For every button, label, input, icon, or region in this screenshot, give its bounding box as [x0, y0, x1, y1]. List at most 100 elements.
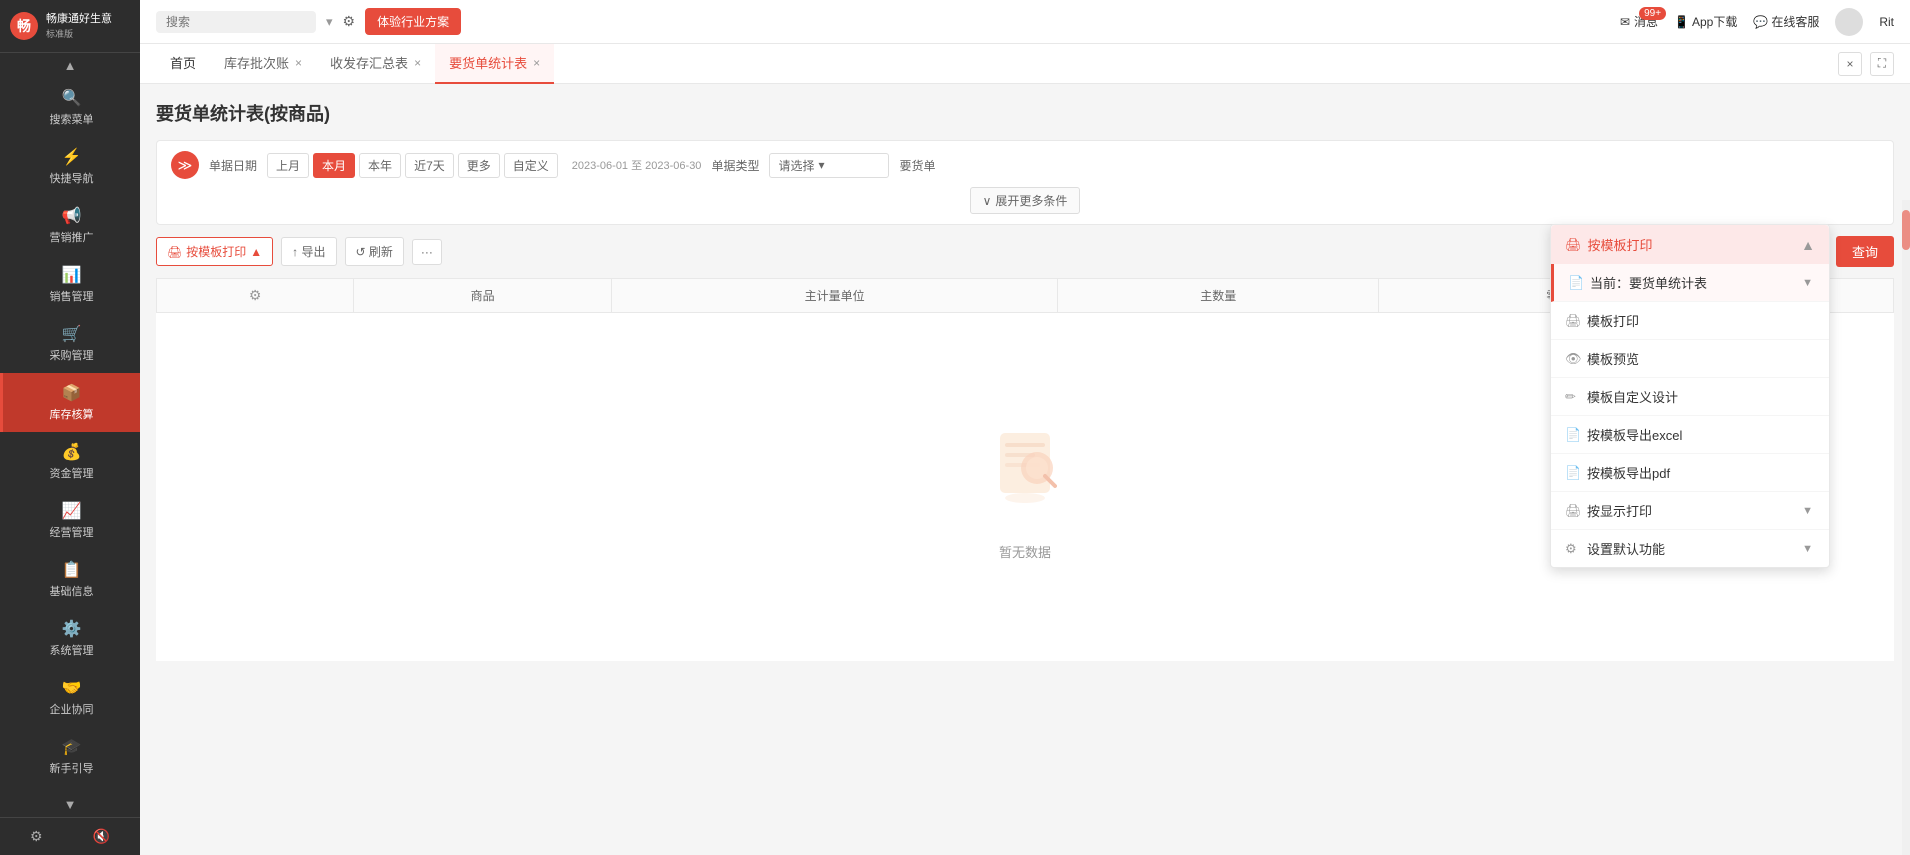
template-print-item[interactable]: 🖨 模板打印 — [1551, 302, 1829, 340]
page-title: 要货单统计表(按商品) — [156, 100, 1894, 126]
logo-name: 畅康通好生意 — [46, 12, 112, 27]
export-icon: ↑ — [292, 245, 298, 259]
tab-receipt-summary-close[interactable]: × — [414, 56, 421, 70]
template-design-icon: ✏ — [1565, 389, 1576, 405]
date-last7days-btn[interactable]: 近7天 — [405, 153, 454, 178]
app-download-button[interactable]: 📱 App下载 — [1674, 13, 1737, 30]
tab-receipt-summary-label: 收发存汇总表 — [330, 53, 408, 72]
sidebar-item-shortcut[interactable]: ⚡ 快捷导航 — [0, 137, 140, 196]
date-current-year-btn[interactable]: 本年 — [359, 153, 401, 178]
date-more-btn[interactable]: 更多 — [458, 153, 500, 178]
search-dropdown-icon[interactable]: ▾ — [326, 14, 333, 30]
default-func-item[interactable]: ⚙ 设置默认功能 ▼ — [1551, 530, 1829, 567]
sidebar-item-newbie-guide[interactable]: 🎓 新手引导 — [0, 727, 140, 786]
sidebar-nav: 🔍 搜索菜单 ⚡ 快捷导航 📢 营销推广 📊 销售管理 🛒 采购管理 📦 库存核… — [0, 78, 140, 792]
window-expand-button[interactable]: ⛶ — [1870, 52, 1894, 76]
filter-expand-button[interactable]: ≫ — [171, 151, 199, 179]
type-select[interactable]: 请选择 ▾ — [769, 153, 889, 178]
sidebar-item-operation[interactable]: 📈 经营管理 — [0, 491, 140, 550]
mute-icon[interactable]: 🔇 — [93, 828, 110, 845]
sidebar-label-inventory: 库存核算 — [50, 406, 94, 422]
print-dropdown-current-item[interactable]: 📄 当前：要货单统计表 ▼ — [1551, 264, 1829, 302]
right-scrollbar-thumb[interactable] — [1902, 210, 1910, 250]
sidebar-label-enterprise-collab: 企业协同 — [50, 701, 94, 717]
template-excel-item[interactable]: 📄 按模板导出excel — [1551, 416, 1829, 454]
sidebar-item-marketing-promo[interactable]: 📢 营销推广 — [0, 196, 140, 255]
tab-order-stats-close[interactable]: × — [533, 56, 540, 70]
query-button[interactable]: 查询 — [1836, 236, 1894, 267]
template-pdf-item[interactable]: 📄 按模板导出pdf — [1551, 454, 1829, 492]
sidebar-icon-finance: 💰 — [62, 442, 82, 462]
date-prev-month-btn[interactable]: 上月 — [267, 153, 309, 178]
template-design-item[interactable]: ✏ 模板自定义设计 — [1551, 378, 1829, 416]
username-label[interactable]: Rit — [1879, 15, 1894, 29]
avatar[interactable] — [1835, 8, 1863, 36]
main-area: ▾ ⚙ 体验行业方案 ✉ 消息 99+ 📱 App下载 💬 在线客服 Rit 首… — [140, 0, 1910, 855]
template-pdf-icon: 📄 — [1565, 465, 1581, 481]
print-button[interactable]: 🖨 按模板打印 ▲ — [156, 237, 273, 266]
sidebar-item-finance[interactable]: 💰 资金管理 — [0, 432, 140, 491]
sidebar-icon-search: 🔍 — [62, 88, 82, 108]
sidebar-label-newbie-guide: 新手引导 — [50, 760, 94, 776]
table-col-qty: 主数量 — [1058, 279, 1379, 313]
sidebar-item-basic-info[interactable]: 📋 基础信息 — [0, 550, 140, 609]
display-print-label: 按显示打印 — [1587, 501, 1652, 520]
type-filter-label: 单据类型 — [711, 157, 759, 174]
service-label: 在线客服 — [1771, 13, 1819, 30]
online-service-button[interactable]: 💬 在线客服 — [1753, 13, 1819, 30]
tab-batch-account-close[interactable]: × — [295, 56, 302, 70]
search-input[interactable] — [156, 11, 316, 33]
template-excel-label: 按模板导出excel — [1587, 425, 1682, 444]
settings-icon[interactable]: ⚙ — [30, 828, 43, 845]
refresh-button[interactable]: ↺ 刷新 — [345, 237, 404, 266]
sidebar-icon-shortcut: ⚡ — [62, 147, 82, 167]
more-button[interactable]: ··· — [412, 239, 442, 265]
message-button[interactable]: ✉ 消息 99+ — [1620, 13, 1658, 30]
export-label: 导出 — [301, 245, 325, 259]
service-icon: 💬 — [1753, 15, 1768, 29]
sidebar-label-basic-info: 基础信息 — [50, 583, 94, 599]
app-logo: 畅 畅康通好生意 标准版 — [0, 0, 140, 53]
sidebar-item-enterprise-collab[interactable]: 🤝 企业协同 — [0, 668, 140, 727]
sidebar: 畅 畅康通好生意 标准版 ▲ 🔍 搜索菜单 ⚡ 快捷导航 📢 营销推广 📊 销售… — [0, 0, 140, 855]
table-col-settings[interactable]: ⚙ — [157, 279, 354, 313]
tab-receipt-summary[interactable]: 收发存汇总表 × — [316, 44, 435, 84]
default-func-arrow: ▼ — [1802, 543, 1813, 555]
topbar-gear-icon[interactable]: ⚙ — [343, 13, 356, 30]
sidebar-item-purchase-mgmt[interactable]: 🛒 采购管理 — [0, 314, 140, 373]
sidebar-item-search[interactable]: 🔍 搜索菜单 — [0, 78, 140, 137]
sidebar-item-inventory[interactable]: 📦 库存核算 — [0, 373, 140, 432]
print-dropdown: 🖨 按模板打印 ▲ 📄 当前：要货单统计表 ▼ 🖨 模板打印 👁 模板预览 — [1550, 224, 1830, 568]
type-select-value: 请选择 — [778, 157, 814, 174]
display-print-item[interactable]: 🖨 按显示打印 ▼ — [1551, 492, 1829, 530]
filter-row: ≫ 单据日期 上月 本月 本年 近7天 更多 自定义 2023-06-01 至 … — [171, 151, 1879, 179]
tab-home[interactable]: 首页 — [156, 44, 210, 84]
print-dropdown-close-icon[interactable]: ▲ — [1801, 237, 1815, 253]
export-button[interactable]: ↑ 导出 — [281, 237, 336, 266]
template-print-label: 模板打印 — [1587, 311, 1639, 330]
window-close-button[interactable]: × — [1838, 52, 1862, 76]
template-pdf-label: 按模板导出pdf — [1587, 463, 1670, 482]
sidebar-item-system-mgmt[interactable]: ⚙️ 系统管理 — [0, 609, 140, 668]
message-badge: 99+ — [1639, 7, 1666, 20]
table-settings-icon[interactable]: ⚙ — [249, 287, 262, 303]
right-scrollbar[interactable] — [1902, 200, 1910, 855]
refresh-label: 刷新 — [369, 245, 393, 259]
date-current-month-btn[interactable]: 本月 — [313, 153, 355, 178]
filter-expand-row: ∨ 展开更多条件 — [171, 187, 1879, 214]
message-icon: ✉ — [1620, 15, 1630, 29]
expand-more-button[interactable]: ∨ 展开更多条件 — [970, 187, 1081, 214]
tab-batch-account[interactable]: 库存批次账 × — [210, 44, 316, 84]
sidebar-label-shortcut: 快捷导航 — [50, 170, 94, 186]
more-filter-label: 要货单 — [899, 157, 935, 174]
tab-order-stats[interactable]: 要货单统计表 × — [435, 44, 554, 84]
trial-button[interactable]: 体验行业方案 — [365, 8, 461, 35]
sidebar-item-sales-mgmt[interactable]: 📊 销售管理 — [0, 255, 140, 314]
date-range-display: 2023-06-01 至 2023-06-30 — [572, 157, 702, 173]
sidebar-scroll-down[interactable]: ▼ — [0, 792, 140, 817]
date-custom-btn[interactable]: 自定义 — [504, 153, 558, 178]
filter-expand-icon: ≫ — [178, 157, 193, 174]
template-preview-item[interactable]: 👁 模板预览 — [1551, 340, 1829, 378]
sidebar-scroll-up[interactable]: ▲ — [0, 53, 140, 78]
sidebar-label-operation: 经营管理 — [50, 524, 94, 540]
